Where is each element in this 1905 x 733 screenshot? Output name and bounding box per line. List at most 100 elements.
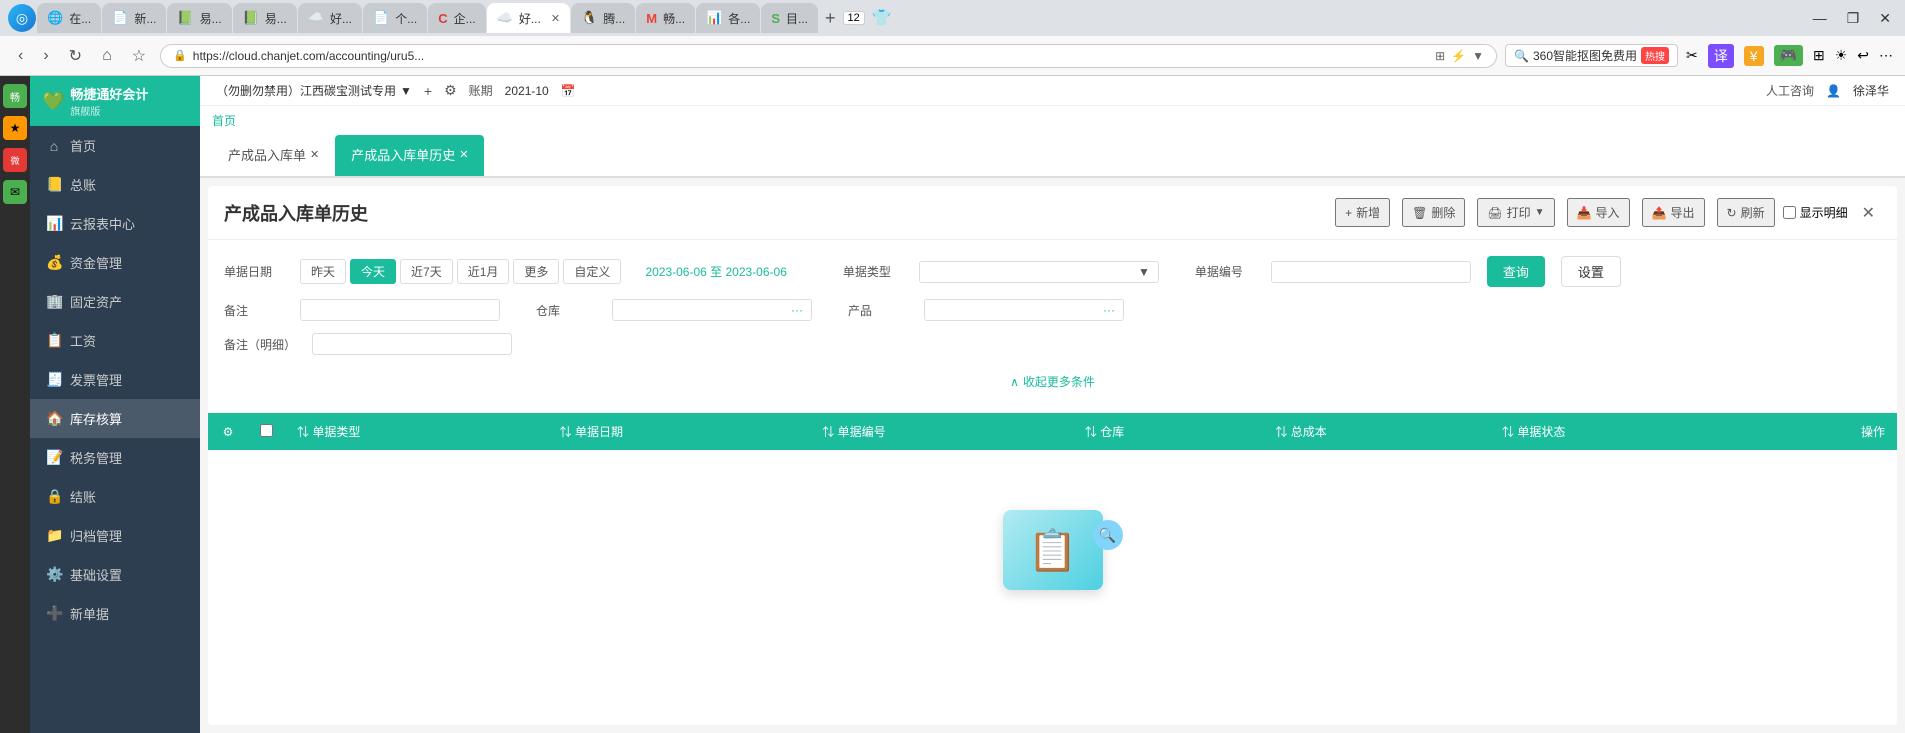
tab-bill-list[interactable]: 产成品入库单 ✕ [212, 135, 335, 176]
sidebar-item-cloud-report[interactable]: 📊 云报表中心 [30, 204, 200, 243]
user-service-button[interactable]: 人工咨询 [1766, 82, 1814, 99]
search-bar-extension[interactable]: 🔍 360智能抠图免费用 热搜 [1505, 44, 1678, 67]
import-button[interactable]: 📥 导入 [1567, 198, 1630, 227]
th-total-cost[interactable]: ⇅ 总成本 [1263, 413, 1490, 450]
show-detail-checkbox[interactable] [1783, 206, 1796, 219]
sidebar-item-archive[interactable]: 📁 归档管理 [30, 516, 200, 555]
url-bar[interactable]: 🔒 https://cloud.chanjet.com/accounting/u… [160, 44, 1497, 68]
company-settings-button[interactable]: ⚙ [444, 82, 457, 99]
home-button[interactable]: ⌂ [96, 45, 118, 67]
product-dots-icon[interactable]: ··· [1103, 303, 1115, 317]
sidebar-logo-icon: 💚 [42, 91, 64, 112]
close-button[interactable]: ✕ [1873, 8, 1897, 29]
tab-10[interactable]: M 畅... [636, 3, 695, 33]
export-button[interactable]: 📤 导出 [1642, 198, 1705, 227]
bill-no-input[interactable] [1271, 261, 1471, 283]
sidebar-item-new-bill[interactable]: ➕ 新单据 [30, 594, 200, 633]
sidebar-item-ledger[interactable]: 📒 总账 [30, 165, 200, 204]
date-btn-custom[interactable]: 自定义 [563, 259, 621, 284]
tab-1[interactable]: 🌐 在... [37, 3, 101, 33]
th-bill-type[interactable]: ⇅ 单据类型 [285, 413, 548, 450]
tab-bill-history-close-icon[interactable]: ✕ [459, 148, 468, 161]
breadcrumb-home[interactable]: 首页 [212, 112, 236, 129]
tab-8-close-icon[interactable]: ✕ [551, 12, 560, 25]
user-name[interactable]: 徐泽华 [1853, 82, 1889, 99]
add-company-button[interactable]: + [424, 83, 432, 99]
tab-bill-list-close-icon[interactable]: ✕ [310, 148, 319, 161]
yuan-icon[interactable]: ¥ [1744, 46, 1764, 66]
mail-icon[interactable]: ✉ [3, 180, 27, 204]
th-bill-no[interactable]: ⇅ 单据编号 [810, 413, 1073, 450]
brightness-icon[interactable]: ☀ [1835, 47, 1848, 64]
more-icon[interactable]: ⋯ [1879, 47, 1893, 64]
sidebar-header: 💚 畅捷通好会计 旗舰版 [30, 76, 200, 126]
warehouse-dots-icon[interactable]: ··· [791, 303, 803, 317]
sidebar-item-inventory[interactable]: 🏠 库存核算 [30, 399, 200, 438]
sidebar-item-invoice[interactable]: 🧾 发票管理 [30, 360, 200, 399]
company-selector[interactable]: （勿删勿禁用）江西碳宝测试专用 ▼ [216, 82, 412, 99]
date-btn-7days[interactable]: 近7天 [400, 259, 453, 284]
date-btn-1month[interactable]: 近1月 [457, 259, 510, 284]
sidebar-item-capital[interactable]: 💰 资金管理 [30, 243, 200, 282]
forward-button[interactable]: › [37, 45, 54, 67]
bookmark-button[interactable]: ☆ [126, 44, 152, 68]
query-button[interactable]: 查询 [1487, 256, 1545, 287]
calendar-icon[interactable]: 📅 [561, 84, 576, 98]
undo-icon[interactable]: ↩ [1857, 47, 1869, 64]
game-icon[interactable]: 🎮 [1774, 45, 1803, 66]
th-settings[interactable]: ⚙ [208, 413, 248, 450]
sidebar-item-tax[interactable]: 📝 税务管理 [30, 438, 200, 477]
star-icon[interactable]: ★ [3, 116, 27, 140]
remark-input[interactable] [300, 299, 500, 321]
tab-7[interactable]: C 企... [428, 3, 485, 33]
weibo-icon[interactable]: 微 [3, 148, 27, 172]
tab-9[interactable]: 🐧 腾... [571, 3, 635, 33]
delete-button[interactable]: 🗑 删除 [1402, 198, 1465, 227]
tab-5[interactable]: ☁️ 好... [298, 3, 362, 33]
date-btn-yesterday[interactable]: 昨天 [300, 259, 346, 284]
collapse-button[interactable]: ∧ 收起更多条件 [1004, 367, 1101, 396]
th-warehouse[interactable]: ⇅ 仓库 [1073, 413, 1264, 450]
print-button[interactable]: 🖨 打印 ▼ [1477, 198, 1554, 227]
scissors-icon[interactable]: ✂ [1686, 47, 1698, 64]
page-tabs-area: 首页 产成品入库单 ✕ 产成品入库单历史 ✕ [200, 106, 1905, 178]
sidebar-item-salary[interactable]: 📋 工资 [30, 321, 200, 360]
filter-settings-button[interactable]: 设置 [1561, 256, 1621, 287]
tab-6-icon: 📄 [373, 10, 389, 26]
tab-8[interactable]: ☁️ 好... ✕ [487, 3, 570, 33]
remark-detail-input[interactable] [312, 333, 512, 355]
tab-2[interactable]: 📄 新... [102, 3, 166, 33]
tab-3[interactable]: 📗 易... [167, 3, 231, 33]
tab-11[interactable]: 📊 各... [696, 3, 760, 33]
product-select[interactable]: ··· [924, 299, 1124, 321]
select-all-checkbox[interactable] [260, 424, 273, 437]
th-bill-date[interactable]: ⇅ 单据日期 [548, 413, 811, 450]
sidebar-item-closing[interactable]: 🔒 结账 [30, 477, 200, 516]
new-tab-button[interactable]: + [819, 8, 842, 29]
refresh-button[interactable]: ↻ [63, 44, 88, 68]
bill-type-select[interactable]: ▼ [919, 261, 1159, 283]
th-bill-status[interactable]: ⇅ 单据状态 [1490, 413, 1753, 450]
sidebar-item-home[interactable]: ⌂ 首页 [30, 126, 200, 165]
tab-4[interactable]: 📗 易... [233, 3, 297, 33]
content-close-button[interactable]: ✕ [1856, 201, 1881, 225]
tab-bill-history[interactable]: 产成品入库单历史 ✕ [335, 135, 484, 176]
table-settings-icon[interactable]: ⚙ [223, 425, 234, 439]
back-button[interactable]: ‹ [12, 45, 29, 67]
sidebar-item-fixed-assets[interactable]: 🏢 固定资产 [30, 282, 200, 321]
refresh-button[interactable]: ↻ 刷新 [1717, 198, 1775, 227]
warehouse-select[interactable]: ··· [612, 299, 812, 321]
tab-12[interactable]: S 目... [761, 3, 818, 33]
date-btn-today[interactable]: 今天 [350, 259, 396, 284]
translate-icon[interactable]: 译 [1708, 44, 1734, 68]
tab-bill-list-label: 产成品入库单 [228, 145, 306, 164]
new-button[interactable]: + 新增 [1335, 198, 1390, 227]
grid2-icon[interactable]: ⊞ [1813, 47, 1825, 64]
restore-button[interactable]: ❐ [1841, 8, 1866, 29]
sidebar-item-basic-settings[interactable]: ⚙️ 基础设置 [30, 555, 200, 594]
chanjet-icon[interactable]: 畅 [3, 84, 27, 108]
date-btn-more[interactable]: 更多 [513, 259, 559, 284]
show-detail-checkbox-wrapper[interactable]: 显示明细 [1783, 204, 1848, 221]
minimize-button[interactable]: — [1807, 8, 1833, 28]
tab-6[interactable]: 📄 个... [363, 3, 427, 33]
